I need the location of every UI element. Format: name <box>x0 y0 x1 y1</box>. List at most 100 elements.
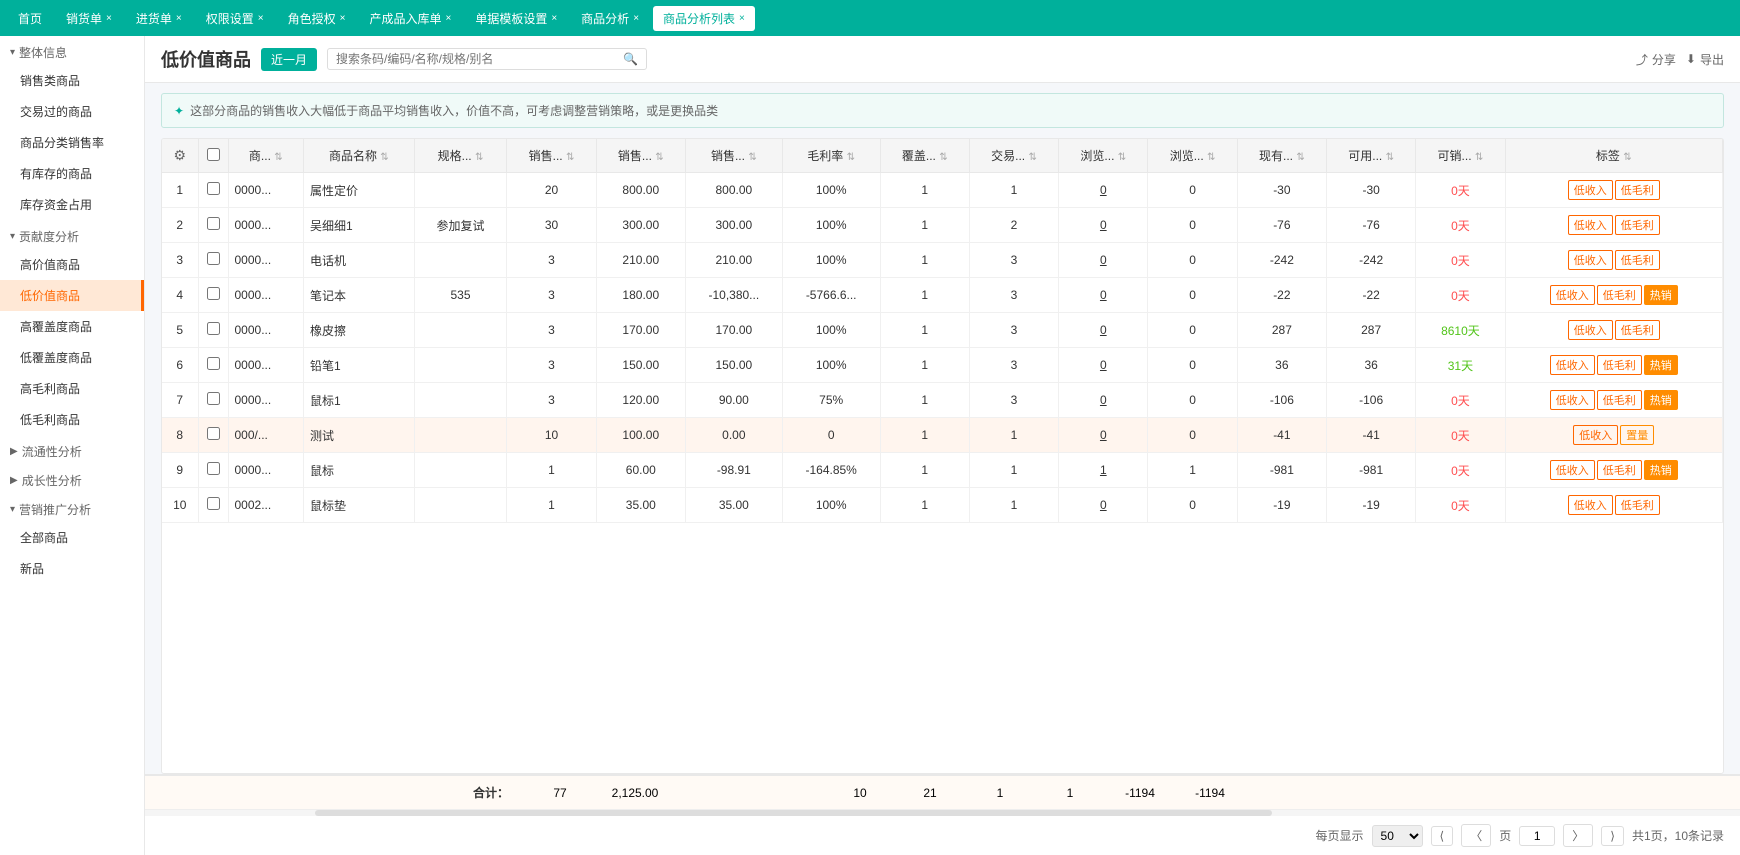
nav-analysis-list-close[interactable]: × <box>739 13 745 24</box>
row-checkbox[interactable] <box>207 287 220 300</box>
sidebar-group-growth[interactable]: ▶ 成长性分析 <box>0 464 144 493</box>
sidebar-item-stocked-products[interactable]: 有库存的商品 <box>0 158 144 189</box>
views-link[interactable]: 0 <box>1100 358 1107 372</box>
sidebar-item-low-value[interactable]: 低价值商品 <box>0 280 144 311</box>
sidebar-item-stock-capital[interactable]: 库存资金占用 <box>0 189 144 220</box>
nav-purchase-close[interactable]: × <box>176 13 182 24</box>
cell-checkbox[interactable] <box>198 278 228 313</box>
prev-page-button[interactable]: 〈 <box>1461 824 1491 847</box>
views-link[interactable]: 0 <box>1100 498 1107 512</box>
views-link[interactable]: 1 <box>1100 463 1107 477</box>
search-input[interactable] <box>336 52 623 66</box>
sidebar-item-low-margin[interactable]: 低毛利商品 <box>0 404 144 435</box>
views-link[interactable]: 0 <box>1100 393 1107 407</box>
nav-permission[interactable]: 权限设置 × <box>196 6 274 31</box>
col-saleable[interactable]: 可销... ⇅ <box>1416 139 1505 173</box>
col-coverage[interactable]: 覆盖... ⇅ <box>880 139 969 173</box>
col-tags[interactable]: 标签 ⇅ <box>1505 139 1722 173</box>
nav-analysis-list[interactable]: 商品分析列表 × <box>653 6 755 31</box>
share-button[interactable]: ⤴ 分享 <box>1636 51 1676 68</box>
nav-sales[interactable]: 销货单 × <box>56 6 122 31</box>
col-checkbox[interactable] <box>198 139 228 173</box>
last-page-button[interactable]: ⟩ <box>1601 826 1624 846</box>
col-available-stock[interactable]: 可用... ⇅ <box>1327 139 1416 173</box>
select-all-checkbox[interactable] <box>207 148 220 161</box>
cell-checkbox[interactable] <box>198 173 228 208</box>
sidebar-group-flow[interactable]: ▶ 流通性分析 <box>0 435 144 464</box>
cell-checkbox[interactable] <box>198 488 228 523</box>
views-link[interactable]: 0 <box>1100 288 1107 302</box>
sidebar-group-marketing[interactable]: ▾ 营销推广分析 <box>0 493 144 522</box>
page-size-select[interactable]: 50 100 <box>1372 825 1423 847</box>
row-checkbox[interactable] <box>207 357 220 370</box>
row-checkbox[interactable] <box>207 462 220 475</box>
nav-template[interactable]: 单据模板设置 × <box>465 6 567 31</box>
sidebar-item-sales-products[interactable]: 销售类商品 <box>0 65 144 96</box>
nav-analysis[interactable]: 商品分析 × <box>571 6 649 31</box>
first-page-button[interactable]: ⟨ <box>1431 826 1454 846</box>
views-link[interactable]: 0 <box>1100 253 1107 267</box>
export-button[interactable]: ⬇ 导出 <box>1686 51 1724 68</box>
sidebar-item-traded-products[interactable]: 交易过的商品 <box>0 96 144 127</box>
row-checkbox[interactable] <box>207 182 220 195</box>
nav-role[interactable]: 角色授权 × <box>278 6 356 31</box>
cell-checkbox[interactable] <box>198 453 228 488</box>
time-filter-button[interactable]: 近一月 <box>261 48 317 71</box>
cell-checkbox[interactable] <box>198 348 228 383</box>
sidebar-item-high-coverage[interactable]: 高覆盖度商品 <box>0 311 144 342</box>
col-sales-qty[interactable]: 销售... ⇅ <box>507 139 596 173</box>
nav-analysis-close[interactable]: × <box>633 13 639 24</box>
settings-button[interactable]: ⚙ <box>173 147 186 164</box>
sidebar-group-contribution[interactable]: ▾ 贡献度分析 <box>0 220 144 249</box>
tag-label: 低毛利 <box>1615 320 1660 340</box>
nav-sales-close[interactable]: × <box>106 13 112 24</box>
sidebar-item-high-value[interactable]: 高价值商品 <box>0 249 144 280</box>
cell-checkbox[interactable] <box>198 313 228 348</box>
next-page-button[interactable]: 〉 <box>1563 824 1593 847</box>
sidebar-item-all-products[interactable]: 全部商品 <box>0 522 144 553</box>
sidebar-item-category-rate[interactable]: 商品分类销售率 <box>0 127 144 158</box>
row-checkbox[interactable] <box>207 217 220 230</box>
nav-role-close[interactable]: × <box>340 13 346 24</box>
search-icon[interactable]: 🔍 <box>623 52 638 66</box>
sidebar-item-high-margin[interactable]: 高毛利商品 <box>0 373 144 404</box>
row-checkbox[interactable] <box>207 427 220 440</box>
views-link[interactable]: 0 <box>1100 183 1107 197</box>
nav-product[interactable]: 产成品入库单 × <box>359 6 461 31</box>
nav-permission-close[interactable]: × <box>258 13 264 24</box>
col-settings[interactable]: ⚙ <box>162 139 198 173</box>
row-checkbox[interactable] <box>207 497 220 510</box>
nav-role-label: 角色授权 <box>288 10 336 27</box>
sidebar-group-general[interactable]: ▾ 整体信息 <box>0 36 144 65</box>
nav-product-close[interactable]: × <box>445 13 451 24</box>
cell-checkbox[interactable] <box>198 243 228 278</box>
nav-template-close[interactable]: × <box>551 13 557 24</box>
cell-checkbox[interactable] <box>198 383 228 418</box>
col-current-stock[interactable]: 现有... ⇅ <box>1237 139 1326 173</box>
col-sales-price[interactable]: 销售... ⇅ <box>596 139 685 173</box>
row-checkbox[interactable] <box>207 392 220 405</box>
col-sales-amount[interactable]: 销售... ⇅ <box>685 139 782 173</box>
col-name[interactable]: 商品名称 ⇅ <box>304 139 415 173</box>
nav-purchase[interactable]: 进货单 × <box>126 6 192 31</box>
page-input[interactable] <box>1519 826 1555 846</box>
cell-available-stock: -22 <box>1327 278 1416 313</box>
sidebar-item-new-products[interactable]: 新品 <box>0 553 144 584</box>
cell-sales-qty: 3 <box>507 243 596 278</box>
sidebar-item-low-coverage[interactable]: 低覆盖度商品 <box>0 342 144 373</box>
col-transactions[interactable]: 交易... ⇅ <box>969 139 1058 173</box>
cell-checkbox[interactable] <box>198 208 228 243</box>
views-link[interactable]: 0 <box>1100 218 1107 232</box>
views-link[interactable]: 0 <box>1100 323 1107 337</box>
cell-code: 0000... <box>228 278 304 313</box>
views-link[interactable]: 0 <box>1100 428 1107 442</box>
cell-checkbox[interactable] <box>198 418 228 453</box>
col-gross-margin[interactable]: 毛利率 ⇅ <box>782 139 880 173</box>
col-views2[interactable]: 浏览... ⇅ <box>1148 139 1237 173</box>
col-spec[interactable]: 规格... ⇅ <box>414 139 507 173</box>
col-views1[interactable]: 浏览... ⇅ <box>1059 139 1148 173</box>
row-checkbox[interactable] <box>207 252 220 265</box>
row-checkbox[interactable] <box>207 322 220 335</box>
nav-home[interactable]: 首页 <box>8 6 52 31</box>
col-code[interactable]: 商... ⇅ <box>228 139 304 173</box>
